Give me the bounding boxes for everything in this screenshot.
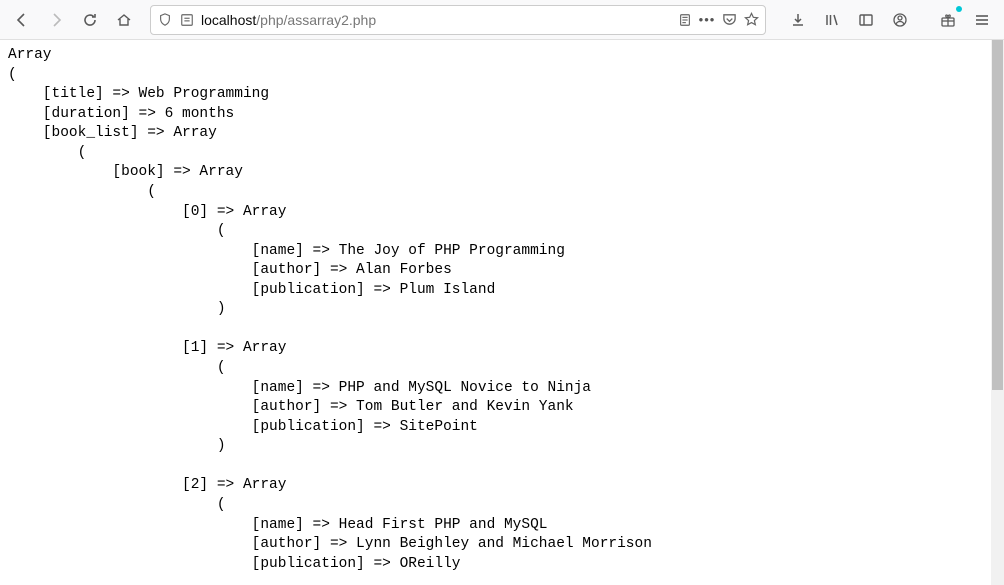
toolbar-right <box>776 4 998 36</box>
browser-toolbar: localhost/php/assarray2.php ••• <box>0 0 1004 40</box>
account-button[interactable] <box>884 4 916 36</box>
back-button[interactable] <box>6 4 38 36</box>
scrollbar-track[interactable] <box>991 40 1004 585</box>
downloads-button[interactable] <box>782 4 814 36</box>
shield-icon <box>157 12 173 28</box>
bookmark-star-icon[interactable] <box>743 12 759 28</box>
page-info-icon[interactable] <box>179 12 195 28</box>
scrollbar-thumb[interactable] <box>992 40 1003 390</box>
reload-button[interactable] <box>74 4 106 36</box>
more-icon[interactable]: ••• <box>699 12 715 28</box>
library-button[interactable] <box>816 4 848 36</box>
sidebar-button[interactable] <box>850 4 882 36</box>
home-button[interactable] <box>108 4 140 36</box>
url-text: localhost/php/assarray2.php <box>201 12 671 28</box>
menu-button[interactable] <box>966 4 998 36</box>
pocket-icon[interactable] <box>721 12 737 28</box>
url-bar[interactable]: localhost/php/assarray2.php ••• <box>150 5 766 35</box>
whatsnew-button[interactable] <box>932 4 964 36</box>
forward-button[interactable] <box>40 4 72 36</box>
reader-mode-icon[interactable] <box>677 12 693 28</box>
page-content: Array ( [title] => Web Programming [dura… <box>0 40 1004 585</box>
